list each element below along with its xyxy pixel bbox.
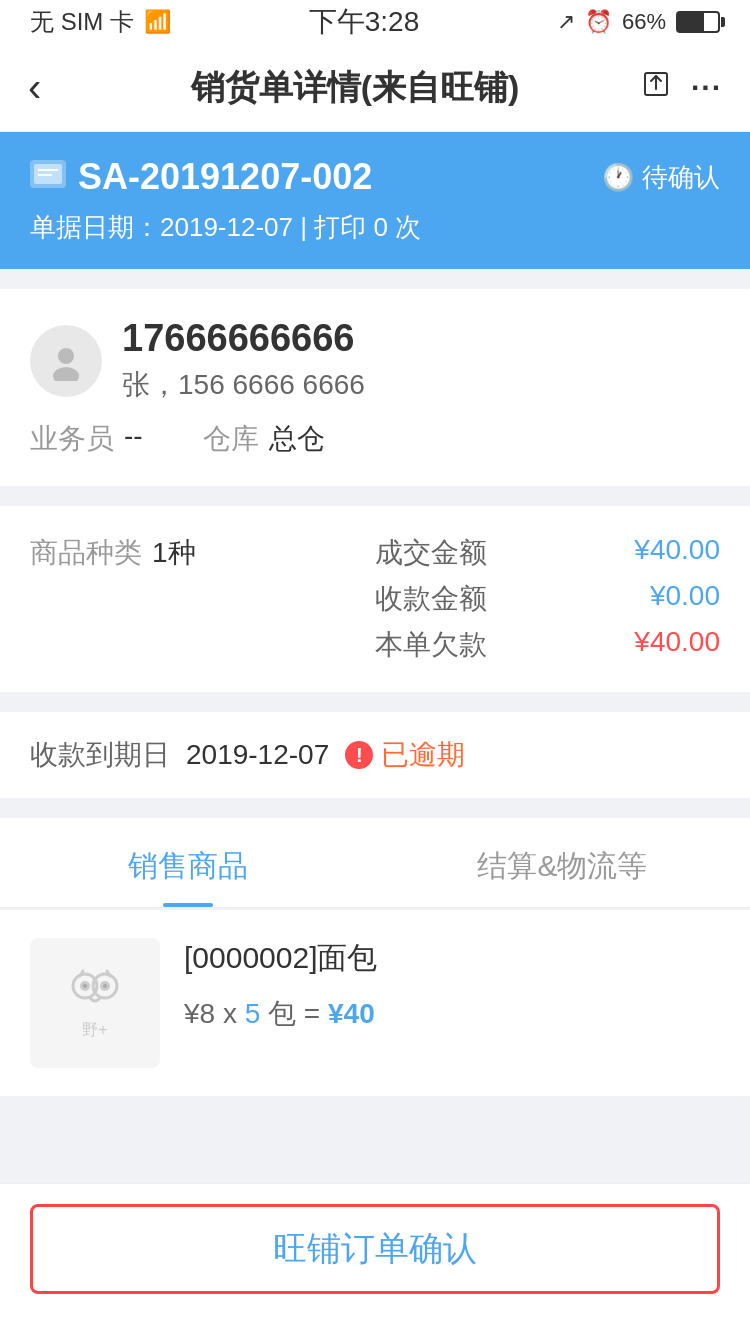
status-time: 下午3:28 <box>309 3 420 41</box>
overdue-badge: ! 已逾期 <box>345 736 465 774</box>
status-bar: 无 SIM 卡 📶 下午3:28 ↗ ⏰ 66% <box>0 0 750 44</box>
total-value: ¥40 <box>328 998 375 1029</box>
due-date-card: 收款到期日 2019-12-07 ! 已逾期 <box>0 712 750 798</box>
multiply-sign: x <box>223 998 245 1029</box>
warehouse-value: 总仓 <box>269 420 325 458</box>
received-amount-value: ¥0.00 <box>650 580 720 618</box>
svg-point-12 <box>83 984 87 988</box>
unit-text: 包 <box>268 998 296 1029</box>
owed-amount-label: 本单欠款 <box>375 626 487 664</box>
svg-point-6 <box>58 348 74 364</box>
deal-amount-label: 成交金额 <box>375 534 487 572</box>
overdue-icon: ! <box>345 741 373 769</box>
order-date: 单据日期：2019-12-07 | 打印 0 次 <box>30 210 720 245</box>
page-title: 销货单详情(来自旺铺) <box>88 65 622 111</box>
customer-info: 17666666666 张，156 6666 6666 <box>122 317 365 404</box>
nav-actions: ··· <box>622 69 722 106</box>
customer-name: 张，156 6666 6666 <box>122 366 365 404</box>
product-type-label: 商品种类 <box>30 534 142 572</box>
tab-settlement-logistics[interactable]: 结算&物流等 <box>375 818 750 907</box>
order-id: SA-20191207-002 <box>30 156 372 198</box>
product-thumbnail: 野+ <box>30 938 160 1068</box>
salesperson-label: 业务员 <box>30 420 114 458</box>
svg-point-13 <box>103 984 107 988</box>
warehouse-item: 仓库 总仓 <box>203 420 325 458</box>
table-row: 野+ [0000002]面包 ¥8 x 5 包 = ¥40 <box>0 910 750 1096</box>
due-date-label: 收款到期日 <box>30 736 170 774</box>
status-right: ↗ ⏰ 66% <box>557 9 720 35</box>
bottom-bar: 旺铺订单确认 <box>0 1183 750 1334</box>
summary-left: 商品种类 1种 <box>30 534 375 572</box>
product-name: [0000002]面包 <box>184 938 720 979</box>
avatar <box>30 325 102 397</box>
summary-right: 成交金额 ¥40.00 收款金额 ¥0.00 本单欠款 ¥40.00 <box>375 534 720 664</box>
product-list: 野+ [0000002]面包 ¥8 x 5 包 = ¥40 <box>0 910 750 1096</box>
product-info: [0000002]面包 ¥8 x 5 包 = ¥40 <box>184 938 720 1033</box>
owed-amount-value: ¥40.00 <box>634 626 720 664</box>
salesperson-item: 业务员 -- <box>30 420 143 458</box>
customer-top: 17666666666 张，156 6666 6666 <box>30 317 720 404</box>
summary-card: 商品种类 1种 成交金额 ¥40.00 收款金额 ¥0.00 本单欠款 ¥40.… <box>0 506 750 692</box>
customer-card: 17666666666 张，156 6666 6666 业务员 -- 仓库 总仓 <box>0 289 750 486</box>
svg-point-7 <box>53 367 79 381</box>
product-price: ¥8 x 5 包 = ¥40 <box>184 995 720 1033</box>
received-amount-label: 收款金额 <box>375 580 487 618</box>
deal-amount-row: 成交金额 ¥40.00 <box>375 534 720 572</box>
order-icon <box>30 159 66 196</box>
order-header-card: SA-20191207-002 🕐 待确认 单据日期：2019-12-07 | … <box>0 132 750 269</box>
product-thumb-text: 野+ <box>82 1020 107 1041</box>
clock-icon: 🕐 <box>602 162 634 193</box>
customer-meta: 业务员 -- 仓库 总仓 <box>30 420 720 458</box>
customer-phone: 17666666666 <box>122 317 365 360</box>
deal-amount-value: ¥40.00 <box>634 534 720 572</box>
tab-sales-products[interactable]: 销售商品 <box>0 818 375 907</box>
location-icon: ↗ <box>557 9 575 35</box>
carrier-text: 无 SIM 卡 <box>30 6 134 38</box>
tabs-container: 销售商品 结算&物流等 <box>0 818 750 908</box>
owed-amount-row: 本单欠款 ¥40.00 <box>375 626 720 664</box>
status-text: 待确认 <box>642 160 720 195</box>
product-type-count: 1种 <box>152 534 196 572</box>
overdue-text: 已逾期 <box>381 736 465 774</box>
due-date-value: 2019-12-07 <box>186 739 329 771</box>
qty-value: 5 <box>245 998 261 1029</box>
nav-bar: ‹ 销货单详情(来自旺铺) ··· <box>0 44 750 132</box>
more-icon[interactable]: ··· <box>691 71 722 105</box>
order-status: 🕐 待确认 <box>602 160 720 195</box>
order-id-text: SA-20191207-002 <box>78 156 372 198</box>
order-header-top: SA-20191207-002 🕐 待确认 <box>30 156 720 198</box>
salesperson-value: -- <box>124 420 143 458</box>
alarm-icon: ⏰ <box>585 9 612 35</box>
received-amount-row: 收款金额 ¥0.00 <box>375 580 720 618</box>
battery-percent: 66% <box>622 9 666 35</box>
back-button[interactable]: ‹ <box>28 65 88 110</box>
wifi-icon: 📶 <box>144 9 171 35</box>
equals-sign: = <box>304 998 328 1029</box>
status-left: 无 SIM 卡 📶 <box>30 6 171 38</box>
battery-icon <box>676 11 720 33</box>
share-icon[interactable] <box>641 69 671 106</box>
warehouse-label: 仓库 <box>203 420 259 458</box>
price-value: ¥8 <box>184 998 215 1029</box>
confirm-order-button[interactable]: 旺铺订单确认 <box>30 1204 720 1294</box>
